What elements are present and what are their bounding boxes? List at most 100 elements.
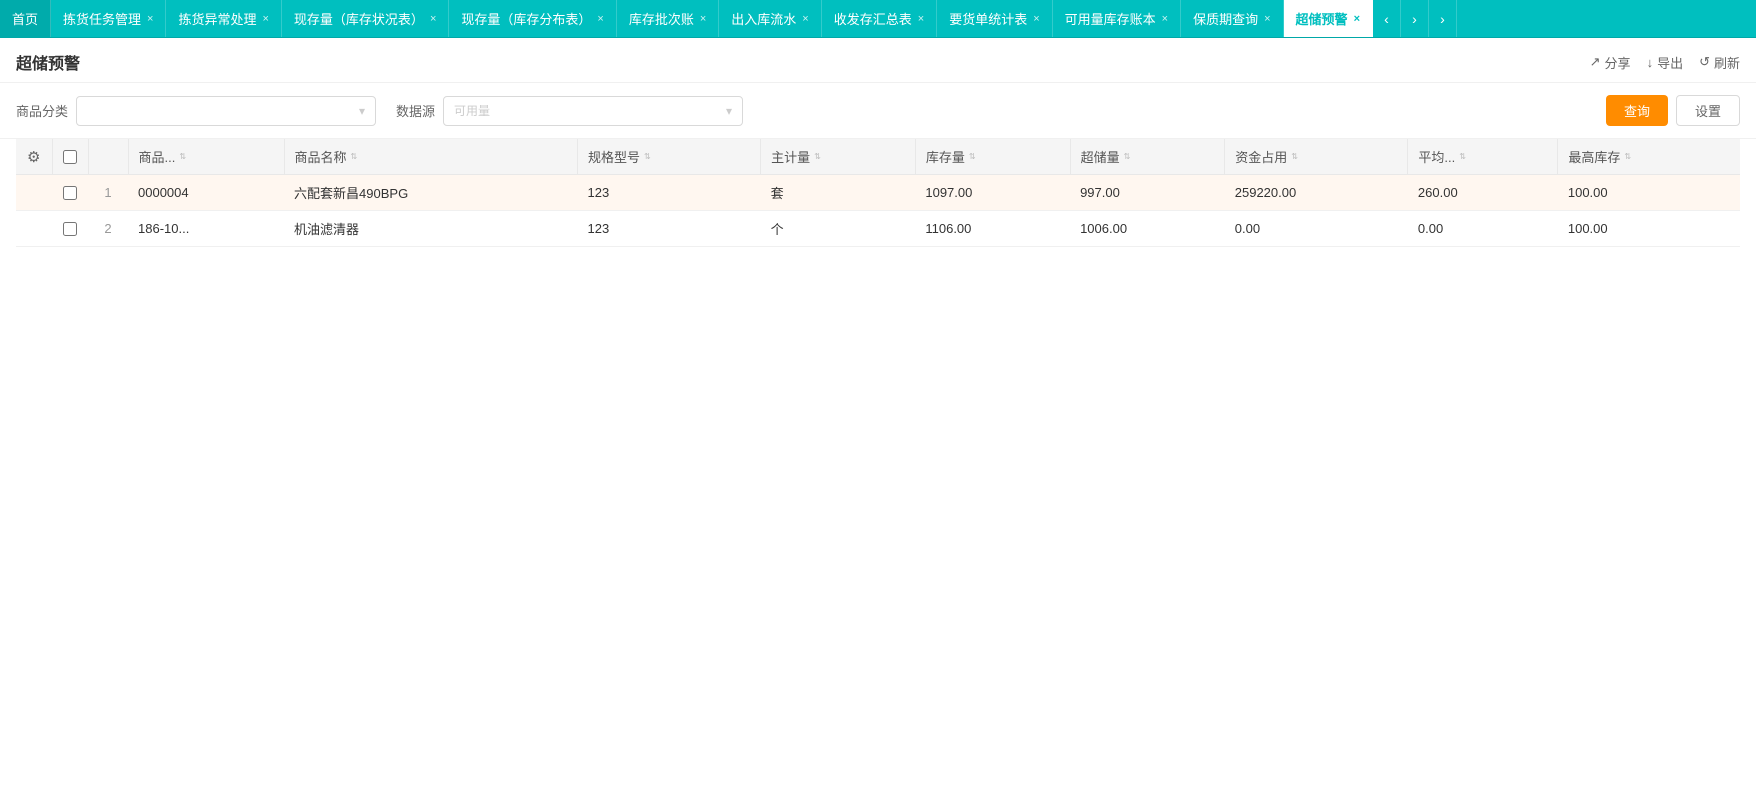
row-product-name-0: 六配套新昌490BPG xyxy=(284,175,577,211)
row-index-0: 1 xyxy=(88,175,128,211)
nav-item-order-stats[interactable]: 要货单统计表 × xyxy=(937,0,1052,38)
export-icon: ↓ xyxy=(1647,55,1654,70)
close-icon-overstock[interactable]: × xyxy=(1354,13,1360,25)
sort-icon-unit: ⇅ xyxy=(814,152,821,161)
nav-item-quality-check[interactable]: 保质期查询 × xyxy=(1181,0,1283,38)
th-max-stock-label: 最高库存 xyxy=(1568,147,1620,166)
nav-label-home: 首页 xyxy=(12,9,38,28)
row-unit-1: 个 xyxy=(761,211,916,247)
th-unit[interactable]: 主计量 ⇅ xyxy=(761,139,916,175)
share-icon: ↗ xyxy=(1590,54,1601,70)
row-stock-0: 1097.00 xyxy=(915,175,1070,211)
th-overstock[interactable]: 超储量 ⇅ xyxy=(1070,139,1225,175)
row-product-code-0: 0000004 xyxy=(128,175,284,211)
close-icon-inventory-status[interactable]: × xyxy=(430,13,436,25)
sort-icon-overstock: ⇅ xyxy=(1124,152,1131,161)
row-capital-1: 0.00 xyxy=(1225,211,1408,247)
nav-item-task-mgmt[interactable]: 拣货任务管理 × xyxy=(51,0,166,38)
nav-item-overstock[interactable]: 超储预警 × xyxy=(1284,0,1373,38)
nav-item-inventory-dist[interactable]: 现存量（库存分布表） × xyxy=(449,0,616,38)
share-label: 分享 xyxy=(1605,53,1631,72)
select-all-checkbox[interactable] xyxy=(63,150,77,164)
close-icon-inout-flow[interactable]: × xyxy=(802,13,808,25)
nav-label-inventory-status: 现存量（库存状况表） xyxy=(294,9,424,28)
datasource-filter-group: 数据源 可用量 ▾ xyxy=(396,96,743,126)
close-icon-recv-send[interactable]: × xyxy=(918,13,924,25)
export-label: 导出 xyxy=(1657,53,1683,72)
row-checkbox-cell xyxy=(52,175,88,211)
header-actions: ↗ 分享 ↓ 导出 ↺ 刷新 xyxy=(1590,53,1740,72)
nav-item-inout-flow[interactable]: 出入库流水 × xyxy=(719,0,821,38)
category-select[interactable]: ▾ xyxy=(76,96,376,126)
nav-label-quality-check: 保质期查询 xyxy=(1193,9,1258,28)
refresh-icon: ↺ xyxy=(1699,54,1710,70)
nav-more-button[interactable]: › xyxy=(1429,0,1457,38)
nav-item-abnormal[interactable]: 拣货异常处理 × xyxy=(166,0,281,38)
row-capital-0: 259220.00 xyxy=(1225,175,1408,211)
th-product-name-label: 商品名称 xyxy=(295,147,347,166)
th-overstock-label: 超储量 xyxy=(1081,147,1120,166)
row-checkbox-1[interactable] xyxy=(63,222,77,236)
row-product-code-1: 186-10... xyxy=(128,211,284,247)
row-overstock-0: 997.00 xyxy=(1070,175,1225,211)
th-spec[interactable]: 规格型号 ⇅ xyxy=(578,139,761,175)
sort-icon-spec: ⇅ xyxy=(644,152,651,161)
sort-icon-product-code: ⇅ xyxy=(179,152,186,161)
th-stock[interactable]: 库存量 ⇅ xyxy=(915,139,1070,175)
nav-bar: 首页 拣货任务管理 × 拣货异常处理 × 现存量（库存状况表） × 现存量（库存… xyxy=(0,0,1756,38)
table-container: ⚙ 商品... ⇅ xyxy=(0,139,1756,247)
table-row: 2 186-10... 机油滤清器 123 个 1106.00 1006.00 … xyxy=(16,211,1740,247)
table-body: 1 0000004 六配套新昌490BPG 123 套 1097.00 997.… xyxy=(16,175,1740,247)
nav-next-button[interactable]: › xyxy=(1401,0,1429,38)
nav-item-inventory-status[interactable]: 现存量（库存状况表） × xyxy=(282,0,449,38)
th-settings: ⚙ xyxy=(16,139,52,175)
close-icon-order-stats[interactable]: × xyxy=(1033,13,1039,25)
export-button[interactable]: ↓ 导出 xyxy=(1647,53,1684,72)
nav-item-home[interactable]: 首页 xyxy=(0,0,51,38)
sort-icon-product-name: ⇅ xyxy=(351,152,358,161)
filter-actions: 查询 设置 xyxy=(1606,95,1740,126)
nav-item-available-account[interactable]: 可用量库存账本 × xyxy=(1053,0,1181,38)
th-unit-label: 主计量 xyxy=(771,147,810,166)
nav-prev-button[interactable]: ‹ xyxy=(1373,0,1401,38)
sort-icon-stock: ⇅ xyxy=(969,152,976,161)
row-spec-1: 123 xyxy=(578,211,761,247)
close-icon-abnormal[interactable]: × xyxy=(262,13,268,25)
th-product-name[interactable]: 商品名称 ⇅ xyxy=(284,139,577,175)
setting-button[interactable]: 设置 xyxy=(1676,95,1740,126)
category-label: 商品分类 xyxy=(16,101,68,120)
row-max-stock-1: 100.00 xyxy=(1558,211,1740,247)
close-icon-inventory-dist[interactable]: × xyxy=(597,13,603,25)
query-button[interactable]: 查询 xyxy=(1606,95,1668,126)
nav-label-recv-send: 收发存汇总表 xyxy=(834,9,912,28)
share-button[interactable]: ↗ 分享 xyxy=(1590,53,1631,72)
nav-item-recv-send[interactable]: 收发存汇总表 × xyxy=(822,0,937,38)
datasource-select[interactable]: 可用量 ▾ xyxy=(443,96,743,126)
row-checkbox-0[interactable] xyxy=(63,186,77,200)
close-icon-available-account[interactable]: × xyxy=(1162,13,1168,25)
th-product-code[interactable]: 商品... ⇅ xyxy=(128,139,284,175)
page-header: 超储预警 ↗ 分享 ↓ 导出 ↺ 刷新 xyxy=(0,38,1756,83)
th-capital-label: 资金占用 xyxy=(1235,147,1287,166)
close-icon-batch-account[interactable]: × xyxy=(700,13,706,25)
th-capital[interactable]: 资金占用 ⇅ xyxy=(1225,139,1408,175)
close-icon-task-mgmt[interactable]: × xyxy=(147,13,153,25)
th-product-code-label: 商品... xyxy=(139,147,176,166)
datasource-value: 可用量 xyxy=(454,102,490,119)
page-title: 超储预警 xyxy=(16,50,80,74)
nav-item-batch-account[interactable]: 库存批次账 × xyxy=(617,0,719,38)
datasource-label: 数据源 xyxy=(396,101,435,120)
th-max-stock[interactable]: 最高库存 ⇅ xyxy=(1558,139,1740,175)
row-avg-0: 260.00 xyxy=(1408,175,1558,211)
nav-label-order-stats: 要货单统计表 xyxy=(949,9,1027,28)
th-stock-label: 库存量 xyxy=(926,147,965,166)
category-filter-group: 商品分类 ▾ xyxy=(16,96,376,126)
row-settings-cell xyxy=(16,175,52,211)
th-avg[interactable]: 平均... ⇅ xyxy=(1408,139,1558,175)
refresh-button[interactable]: ↺ 刷新 xyxy=(1699,53,1740,72)
row-max-stock-0: 100.00 xyxy=(1558,175,1740,211)
th-checkbox xyxy=(52,139,88,175)
table-header: ⚙ 商品... ⇅ xyxy=(16,139,1740,175)
close-icon-quality-check[interactable]: × xyxy=(1264,13,1270,25)
table-settings-icon[interactable]: ⚙ xyxy=(27,149,40,166)
